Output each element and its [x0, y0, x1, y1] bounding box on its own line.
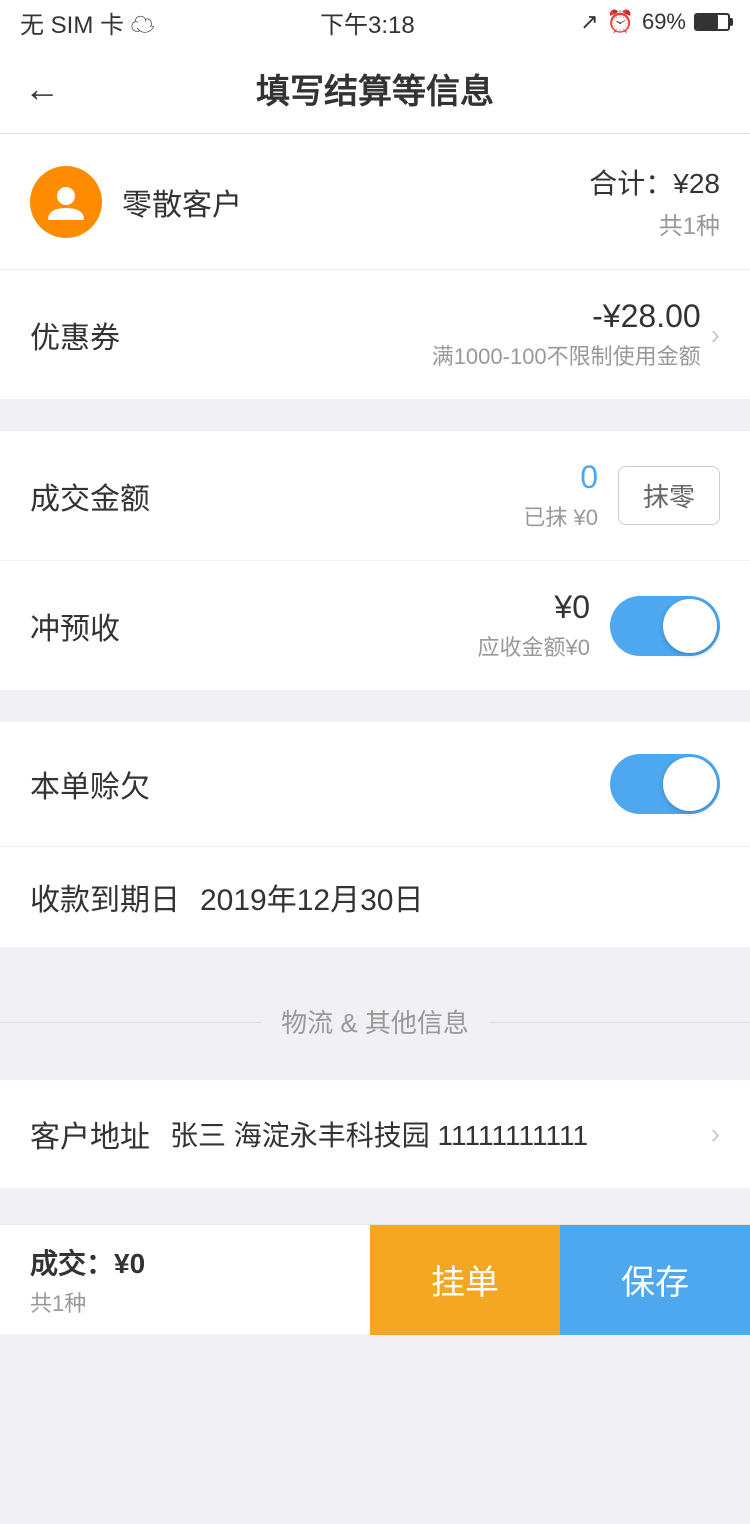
due-date-value: 2019年12月30日: [200, 875, 423, 919]
customer-name: 零散客户: [122, 180, 242, 224]
debt-toggle[interactable]: [610, 754, 720, 814]
chevron-right-icon: ›: [711, 319, 720, 351]
coupon-discount: -¥28.00: [432, 298, 701, 335]
customer-count: 共1种: [589, 206, 720, 241]
address-chevron-icon: ›: [711, 1118, 720, 1150]
pre-collection-row: 冲预收 ¥0 应收金额¥0: [0, 561, 750, 690]
address-row[interactable]: 客户地址 张三 海淀永丰科技园 11111111111 ›: [0, 1080, 750, 1188]
debt-toggle-knob: [663, 757, 717, 811]
bottom-deal-label: 成交：: [30, 1248, 114, 1279]
save-button[interactable]: 保存: [560, 1225, 750, 1335]
location-icon: ↗: [580, 9, 598, 35]
pre-collection-value: ¥0: [478, 589, 590, 626]
debt-label: 本单赊欠: [30, 762, 150, 806]
debt-row: 本单赊欠: [0, 722, 750, 846]
divider-4: [0, 1064, 750, 1080]
status-right: ↗ ⏰ 69%: [580, 9, 730, 35]
deal-amount-value: 0: [523, 459, 598, 496]
status-bar: 无 SIM 卡 ☁ 下午3:18 ↗ ⏰ 69%: [0, 0, 750, 44]
coupon-desc: 满1000-100不限制使用金额: [432, 339, 701, 371]
sim-status: 无 SIM 卡 ☁: [20, 5, 155, 40]
address-section: 客户地址 张三 海淀永丰科技园 11111111111 ›: [0, 1080, 750, 1188]
address-value: 张三 海淀永丰科技园 11111111111: [170, 1114, 711, 1154]
pre-collection-label: 冲预收: [30, 604, 120, 648]
customer-total: 合计：¥28: [589, 162, 720, 202]
deal-amount-label: 成交金额: [30, 474, 150, 518]
round-zero-button[interactable]: 抹零: [618, 466, 720, 525]
deal-amount-section: 成交金额 0 已抹 ¥0 抹零 冲预收 ¥0 应收金额¥0: [0, 431, 750, 690]
customer-right: 合计：¥28 共1种: [589, 162, 720, 241]
logistics-header-text: 物流 & 其他信息: [261, 1008, 489, 1038]
debt-section: 本单赊欠 收款到期日 2019年12月30日: [0, 722, 750, 947]
customer-row: 零散客户 合计：¥28 共1种: [0, 134, 750, 269]
divider-1: [0, 415, 750, 431]
bottom-deal-text: 成交：¥0: [30, 1242, 340, 1282]
avatar: [30, 166, 102, 238]
pre-collection-right: ¥0 应收金额¥0: [478, 589, 720, 662]
page-title: 填写结算等信息: [256, 64, 494, 113]
bottom-bar: 成交：¥0 共1种 挂单 保存: [0, 1224, 750, 1334]
logistics-header: 物流 & 其他信息: [0, 979, 750, 1064]
pre-collection-toggle[interactable]: [610, 596, 720, 656]
status-time: 下午3:18: [320, 5, 415, 40]
due-date-row: 收款到期日 2019年12月30日: [0, 846, 750, 947]
deal-amount-sub: 已抹 ¥0: [523, 500, 598, 532]
customer-left: 零散客户: [30, 166, 242, 238]
coupon-info: -¥28.00 满1000-100不限制使用金额: [432, 298, 701, 371]
customer-section: 零散客户 合计：¥28 共1种 优惠券 -¥28.00 满1000-100不限制…: [0, 134, 750, 399]
coupon-right: -¥28.00 满1000-100不限制使用金额 ›: [432, 298, 720, 371]
address-label: 客户地址: [30, 1112, 150, 1156]
coupon-label: 优惠券: [30, 313, 120, 357]
battery-icon: [694, 13, 730, 31]
pre-collection-sub: 应收金额¥0: [478, 630, 590, 662]
due-date-label: 收款到期日: [30, 875, 180, 919]
status-left: 无 SIM 卡 ☁: [20, 5, 155, 40]
bottom-summary: 成交：¥0 共1种: [0, 1242, 370, 1318]
nav-bar: ← 填写结算等信息: [0, 44, 750, 134]
deal-amount-right: 0 已抹 ¥0 抹零: [523, 459, 720, 532]
bottom-deal-value: ¥0: [114, 1248, 145, 1279]
deal-amount-row: 成交金额 0 已抹 ¥0 抹零: [0, 431, 750, 561]
back-button[interactable]: ←: [24, 68, 60, 110]
pre-collection-info: ¥0 应收金额¥0: [478, 589, 590, 662]
divider-3: [0, 963, 750, 979]
person-icon: [44, 180, 88, 224]
bottom-count: 共1种: [30, 1286, 340, 1318]
alarm-icon: ⏰: [607, 9, 634, 35]
divider-2: [0, 706, 750, 722]
battery-level: 69%: [642, 9, 686, 35]
coupon-row[interactable]: 优惠券 -¥28.00 满1000-100不限制使用金额 ›: [0, 269, 750, 399]
deal-amount-value-col: 0 已抹 ¥0: [523, 459, 598, 532]
hang-button[interactable]: 挂单: [370, 1225, 560, 1335]
toggle-knob: [663, 599, 717, 653]
